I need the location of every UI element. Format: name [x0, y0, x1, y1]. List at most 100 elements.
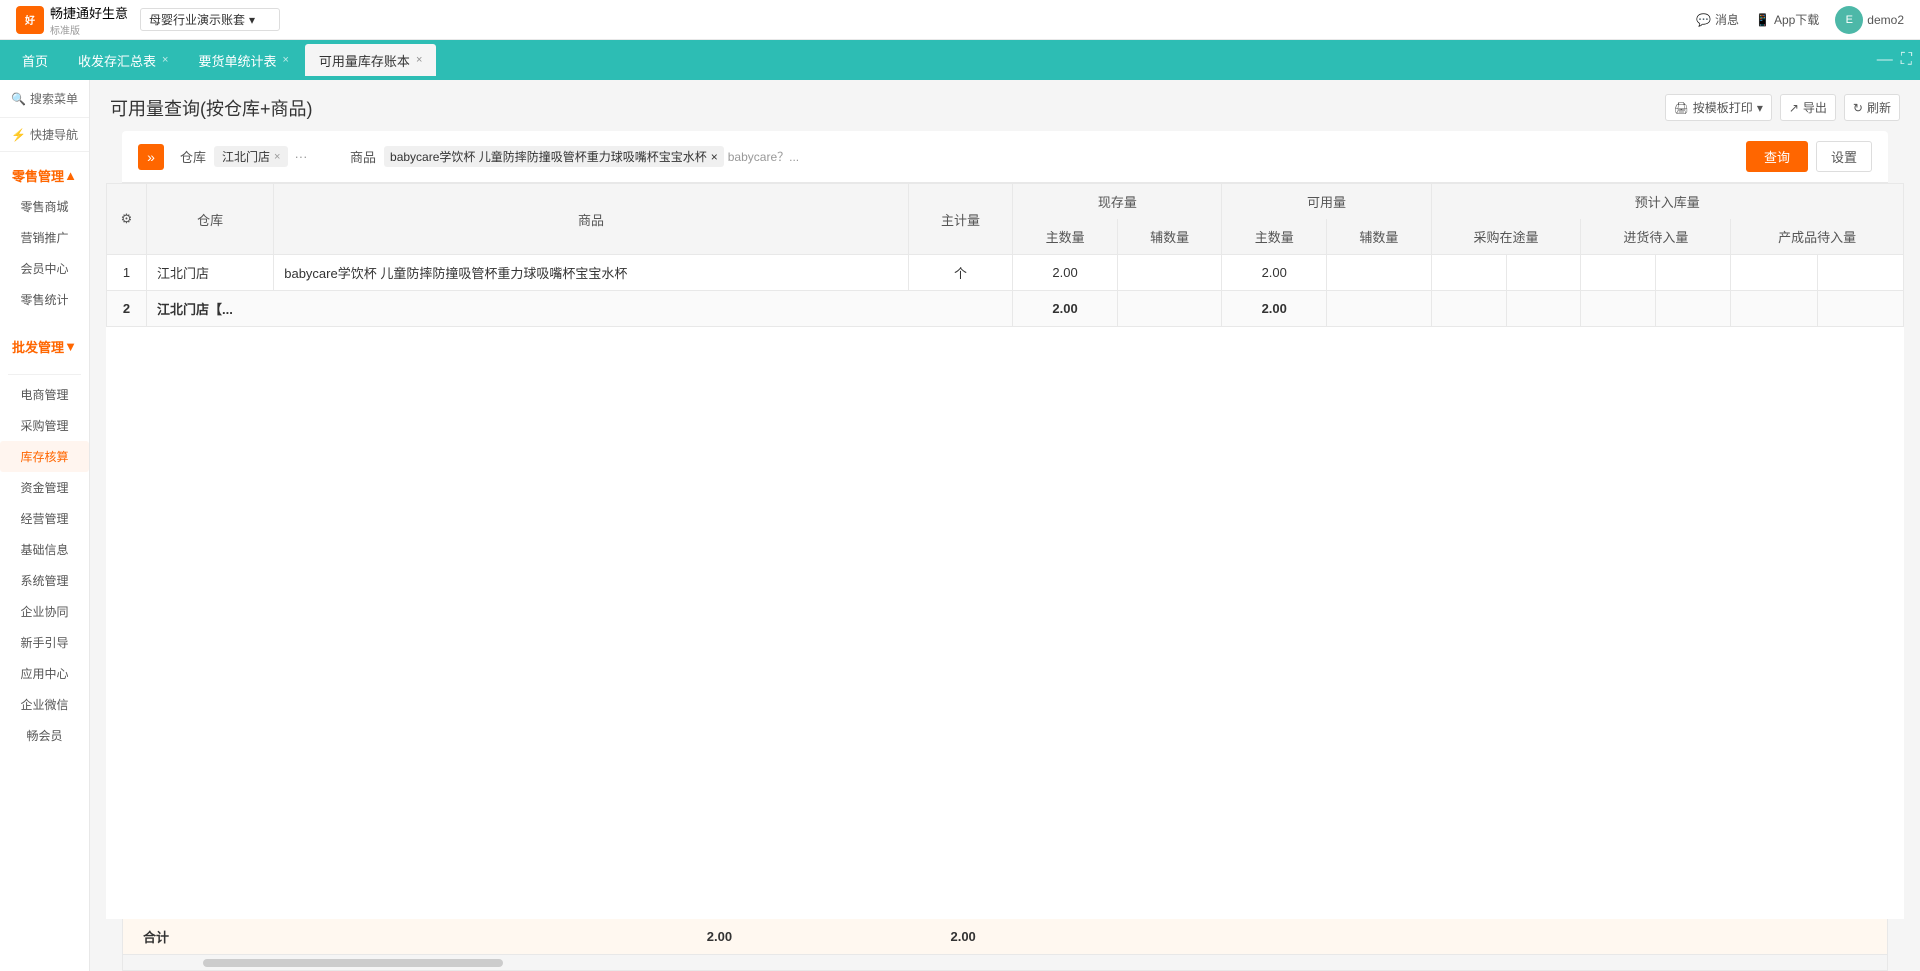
subtotal-production-aux: [1817, 291, 1903, 327]
filter-warehouse-group: 仓库 江北门店 × ···: [180, 146, 334, 167]
subtotal-current-aux: [1117, 291, 1222, 327]
print-icon: 🖨: [1674, 101, 1689, 115]
setting-btn[interactable]: 设置: [1816, 141, 1872, 172]
logo-icon: 好: [16, 6, 44, 34]
nav-window-actions: — ⛶: [1877, 51, 1912, 69]
product-tag-0[interactable]: babycare学饮杯 儿童防摔防撞吸管杯重力球吸嘴杯宝宝水杯 ×: [384, 146, 724, 167]
app-download-btn[interactable]: 📱 App下载: [1755, 11, 1819, 28]
product-tag-0-remove[interactable]: ×: [711, 150, 718, 164]
tab-receivable[interactable]: 收发存汇总表 ×: [64, 44, 182, 76]
warehouse-tag[interactable]: 江北门店 ×: [214, 146, 288, 167]
table-footer: 合计 2.00 2.00: [122, 919, 1888, 955]
sidebar-section-wholesale-title[interactable]: 批发管理 ▼: [4, 331, 85, 362]
top-bar-left: 好 畅捷通好生意 标准版 母婴行业演示账套 ▾: [16, 3, 280, 37]
tab-order[interactable]: 要货单统计表 ×: [184, 44, 302, 76]
warehouse-tag-container: 江北门店 × ···: [214, 146, 334, 167]
sidebar-item-finance[interactable]: 资金管理: [0, 472, 89, 503]
export-btn[interactable]: ↗ 导出: [1780, 94, 1836, 121]
sidebar-item-retail-mall[interactable]: 零售商城: [4, 191, 85, 222]
table-row: 1 江北门店 babycare学饮杯 儿童防摔防撞吸管杯重力球吸嘴杯宝宝水杯 个…: [107, 255, 1904, 291]
horizontal-scrollbar[interactable]: [122, 955, 1888, 971]
sidebar-item-retail-stats[interactable]: 零售统计: [4, 284, 85, 315]
org-selector[interactable]: 母婴行业演示账套 ▾: [140, 8, 280, 31]
avatar-text: E: [1846, 14, 1853, 26]
tab-available-label: 可用量库存账本: [319, 51, 410, 70]
sidebar-item-ecommerce[interactable]: 电商管理: [0, 379, 89, 410]
product-tag-0-text: babycare学饮杯 儿童防摔防撞吸管杯重力球吸嘴杯宝宝水杯: [390, 148, 707, 165]
sidebar-item-guide[interactable]: 新手引导: [0, 627, 89, 658]
subtotal-purchase-main: [1431, 291, 1506, 327]
page-title: 可用量查询(按仓库+商品): [110, 95, 313, 121]
col-available-aux: 辅数量: [1327, 219, 1432, 255]
top-bar-right: 💬 消息 📱 App下载 E demo2: [1696, 6, 1904, 34]
org-dropdown-icon: ▾: [249, 13, 255, 27]
sidebar-item-app-center[interactable]: 应用中心: [0, 658, 89, 689]
refresh-label: 刷新: [1867, 99, 1891, 116]
sidebar-item-system[interactable]: 系统管理: [0, 565, 89, 596]
subtotal-available-main: 2.00: [1222, 291, 1327, 327]
org-label: 母婴行业演示账套: [149, 11, 245, 28]
subtotal-label: 江北门店【...: [147, 291, 1013, 327]
tab-receivable-close[interactable]: ×: [162, 54, 168, 66]
footer-wrapper: 合计 2.00 2.00: [106, 919, 1904, 971]
logo-text: 畅捷通好生意 标准版: [50, 3, 128, 37]
row-purchase-aux: [1506, 255, 1581, 291]
sidebar-item-marketing[interactable]: 营销推广: [4, 222, 85, 253]
sidebar-section-retail-title[interactable]: 零售管理 ▲: [4, 160, 85, 191]
filter-product-group: 商品 babycare学饮杯 儿童防摔防撞吸管杯重力球吸嘴杯宝宝水杯 × bab…: [350, 146, 799, 167]
expand-icon: »: [147, 149, 155, 165]
col-available-header: 可用量: [1222, 184, 1431, 220]
subtotal-current-main: 2.00: [1013, 291, 1118, 327]
sidebar-item-member[interactable]: 会员中心: [4, 253, 85, 284]
tab-home[interactable]: 首页: [8, 44, 62, 76]
row-available-aux: [1327, 255, 1432, 291]
message-label: 消息: [1715, 11, 1739, 28]
print-btn[interactable]: 🖨 按模板打印 ▾: [1665, 94, 1772, 121]
app-icon: 📱: [1755, 13, 1770, 27]
sidebar-item-enterprise[interactable]: 企业协同: [0, 596, 89, 627]
sidebar-item-basic-info[interactable]: 基础信息: [0, 534, 89, 565]
filter-container: » 仓库 江北门店 × ··· 商品: [106, 131, 1904, 183]
query-btn[interactable]: 查询: [1746, 141, 1808, 172]
minimize-btn[interactable]: —: [1877, 51, 1893, 69]
sidebar-quick-nav-label: 快捷导航: [30, 126, 78, 143]
main-layout: 🔍 搜索菜单 ⚡ 快捷导航 零售管理 ▲ 零售商城 营销推广 会员中心 零售统计…: [0, 80, 1920, 971]
subtotal-available-aux: [1327, 291, 1432, 327]
tab-available-close[interactable]: ×: [416, 54, 422, 66]
refresh-btn[interactable]: ↻ 刷新: [1844, 94, 1900, 121]
filter-expand-btn[interactable]: »: [138, 144, 164, 170]
maximize-btn[interactable]: ⛶: [1901, 51, 1912, 69]
sidebar-item-wechat[interactable]: 企业微信: [0, 689, 89, 720]
tab-available[interactable]: 可用量库存账本 ×: [305, 44, 436, 76]
user-profile[interactable]: E demo2: [1835, 6, 1904, 34]
filter-actions: 查询 设置: [1746, 141, 1872, 172]
sidebar-divider-1: [8, 374, 81, 375]
col-settings[interactable]: ⚙: [107, 184, 147, 255]
top-bar: 好 畅捷通好生意 标准版 母婴行业演示账套 ▾ 💬 消息 📱 App下载 E d…: [0, 0, 1920, 40]
product-more[interactable]: babycare？...: [728, 148, 799, 165]
warehouse-tag-remove[interactable]: ×: [274, 151, 280, 163]
scrollbar-thumb[interactable]: [203, 959, 503, 967]
col-warehouse-header: 仓库: [147, 184, 274, 255]
row-arrival-main: [1581, 255, 1656, 291]
col-current-aux: 辅数量: [1117, 219, 1222, 255]
footer-label: 合计: [133, 927, 293, 946]
warehouse-tag-text: 江北门店: [222, 148, 270, 165]
sidebar-section-retail: 零售管理 ▲ 零售商城 营销推广 会员中心 零售统计: [0, 152, 89, 323]
tab-order-close[interactable]: ×: [282, 54, 288, 66]
footer-current-main: 2.00: [659, 929, 781, 944]
warehouse-more-dots[interactable]: ···: [294, 149, 307, 164]
sidebar-item-member-pro[interactable]: 畅会员: [0, 720, 89, 751]
row-production-aux: [1817, 255, 1903, 291]
section-wholesale-toggle: ▼: [64, 339, 77, 354]
message-btn[interactable]: 💬 消息: [1696, 11, 1739, 28]
sidebar-item-operations[interactable]: 经营管理: [0, 503, 89, 534]
sidebar-item-purchase[interactable]: 采购管理: [0, 410, 89, 441]
sidebar-quick-nav[interactable]: ⚡ 快捷导航: [0, 118, 89, 152]
sidebar-search[interactable]: 🔍 搜索菜单: [0, 80, 89, 118]
product-label: 商品: [350, 147, 376, 166]
col-incoming-header: 预计入库量: [1431, 184, 1903, 220]
sidebar-item-inventory[interactable]: 库存核算: [0, 441, 89, 472]
sidebar: 🔍 搜索菜单 ⚡ 快捷导航 零售管理 ▲ 零售商城 营销推广 会员中心 零售统计…: [0, 80, 90, 971]
tab-receivable-label: 收发存汇总表: [78, 51, 156, 70]
